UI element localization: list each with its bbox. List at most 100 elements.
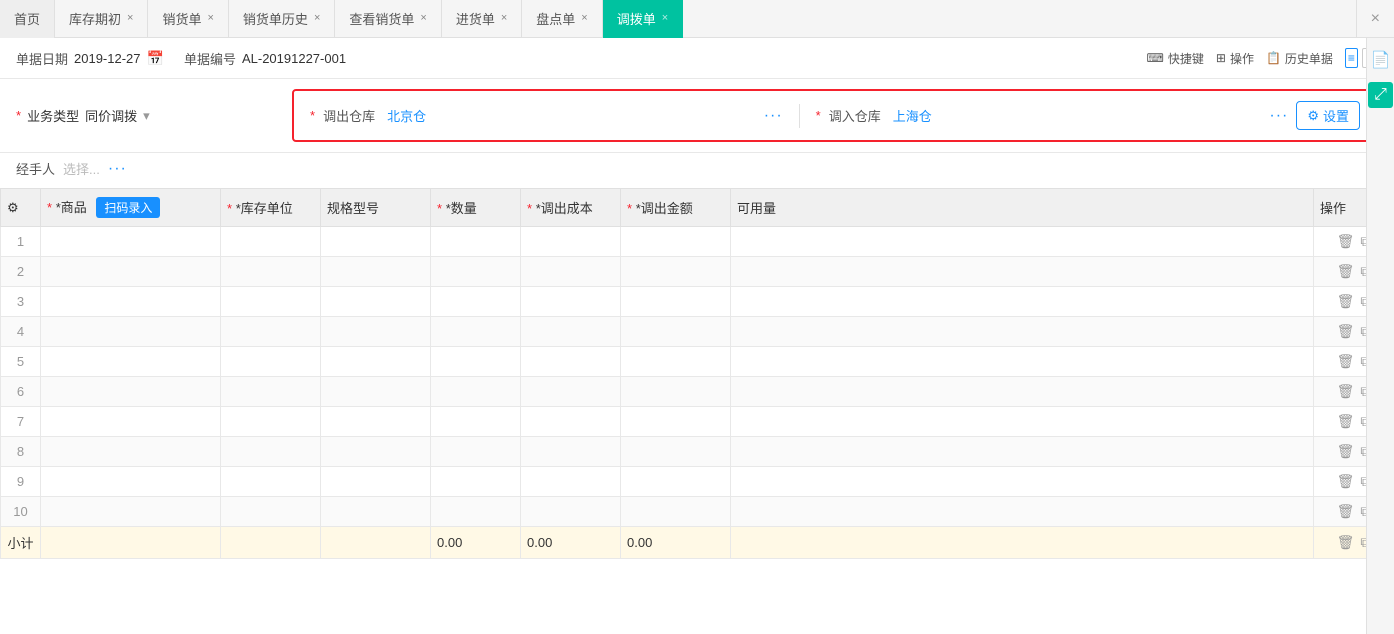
row-amount bbox=[621, 497, 731, 527]
row-qty bbox=[431, 317, 521, 347]
delete-row-icon[interactable]: 🗑 bbox=[1337, 383, 1355, 400]
row-cost bbox=[521, 407, 621, 437]
transfer-out-more-icon[interactable]: ··· bbox=[764, 107, 783, 125]
transfer-in-value: 上海仓 bbox=[893, 106, 932, 125]
layout-list-icon[interactable]: ≡ bbox=[1345, 48, 1358, 68]
settings-label: 设置 bbox=[1323, 106, 1349, 125]
col-avail-header: 可用量 bbox=[731, 189, 1314, 227]
col-unit-label: *库存单位 bbox=[236, 201, 293, 216]
row-number: 10 bbox=[1, 497, 41, 527]
delete-row-icon[interactable]: 🗑 bbox=[1337, 473, 1355, 490]
row-spec bbox=[321, 527, 431, 559]
delete-row-icon[interactable]: 🗑 bbox=[1337, 503, 1355, 520]
row-qty bbox=[431, 467, 521, 497]
agent-more-icon[interactable]: ··· bbox=[108, 160, 127, 178]
row-product[interactable] bbox=[41, 527, 221, 559]
tab-view-sales-close[interactable]: × bbox=[420, 13, 426, 24]
tab-sales-order[interactable]: 销货单 × bbox=[148, 0, 228, 38]
data-table: ⚙ * *商品 扫码录入 * *库存单位 规格型号 * bbox=[0, 188, 1394, 559]
row-product[interactable] bbox=[41, 317, 221, 347]
delete-row-icon[interactable]: 🗑 bbox=[1337, 323, 1355, 340]
tab-stocktake-close[interactable]: × bbox=[581, 13, 587, 24]
row-product[interactable] bbox=[41, 467, 221, 497]
row-unit bbox=[221, 467, 321, 497]
settings-button[interactable]: ⚙ 设置 bbox=[1296, 101, 1360, 130]
tab-sales-history[interactable]: 销货单历史 × bbox=[229, 0, 335, 38]
row-amount bbox=[621, 347, 731, 377]
row-product[interactable] bbox=[41, 497, 221, 527]
row-unit bbox=[221, 287, 321, 317]
right-sidebar: 📄 ⤢ bbox=[1366, 38, 1394, 634]
row-unit bbox=[221, 317, 321, 347]
tab-inventory-init-close[interactable]: × bbox=[127, 13, 133, 24]
row-product[interactable] bbox=[41, 377, 221, 407]
warehouse-box: * 调出仓库 北京仓 ··· * 调入仓库 上海仓 ··· ⚙ 设置 bbox=[292, 89, 1378, 142]
sidebar-expand-icon[interactable]: ⤢ bbox=[1368, 82, 1393, 108]
tab-purchase-order[interactable]: 进货单 × bbox=[442, 0, 522, 38]
business-type-value: 同价调拨 bbox=[85, 106, 137, 125]
row-qty bbox=[431, 347, 521, 377]
delete-row-icon[interactable]: 🗑 bbox=[1337, 293, 1355, 310]
row-qty bbox=[431, 497, 521, 527]
row-unit bbox=[221, 347, 321, 377]
tab-stocktake[interactable]: 盘点单 × bbox=[522, 0, 602, 38]
tab-sales-history-close[interactable]: × bbox=[314, 13, 320, 24]
row-unit bbox=[221, 227, 321, 257]
agent-row: 经手人 选择... ··· bbox=[0, 153, 1394, 188]
agent-input[interactable]: 选择... bbox=[63, 159, 100, 178]
table-row: 4🗑⧉ bbox=[1, 317, 1394, 347]
row-unit bbox=[221, 407, 321, 437]
business-type-dropdown-icon[interactable]: ▾ bbox=[143, 108, 150, 124]
operations-button[interactable]: ⊞ 操作 bbox=[1216, 50, 1254, 67]
tab-transfer-close[interactable]: × bbox=[662, 13, 668, 24]
col-cost-label: *调出成本 bbox=[536, 201, 593, 216]
row-product[interactable] bbox=[41, 257, 221, 287]
agent-label: 经手人 bbox=[16, 159, 55, 178]
row-cost bbox=[521, 287, 621, 317]
tab-purchase-order-close[interactable]: × bbox=[501, 13, 507, 24]
row-product[interactable] bbox=[41, 347, 221, 377]
delete-row-icon[interactable]: 🗑 bbox=[1337, 534, 1355, 551]
delete-row-icon[interactable]: 🗑 bbox=[1337, 263, 1355, 280]
row-product[interactable] bbox=[41, 227, 221, 257]
header-actions: ⌨ 快捷键 ⊞ 操作 📋 历史单据 ≡ ⊞ bbox=[1147, 48, 1378, 68]
window-close-button[interactable]: × bbox=[1356, 0, 1394, 38]
scan-entry-button[interactable]: 扫码录入 bbox=[96, 197, 160, 218]
row-amount bbox=[621, 467, 731, 497]
tab-home-label: 首页 bbox=[14, 9, 40, 28]
col-settings-gear[interactable]: ⚙ bbox=[1, 189, 41, 227]
row-amount bbox=[621, 407, 731, 437]
delete-row-icon[interactable]: 🗑 bbox=[1337, 413, 1355, 430]
delete-row-icon[interactable]: 🗑 bbox=[1337, 353, 1355, 370]
transfer-in-more-icon[interactable]: ··· bbox=[1269, 107, 1288, 125]
tab-view-sales[interactable]: 查看销货单 × bbox=[335, 0, 441, 38]
shortcut-button[interactable]: ⌨ 快捷键 bbox=[1147, 50, 1204, 67]
row-number: 9 bbox=[1, 467, 41, 497]
tab-sales-order-close[interactable]: × bbox=[207, 13, 213, 24]
header-form: 单据日期 2019-12-27 📅 单据编号 AL-20191227-001 ⌨… bbox=[0, 38, 1394, 79]
row-spec bbox=[321, 467, 431, 497]
row-product[interactable] bbox=[41, 287, 221, 317]
delete-row-icon[interactable]: 🗑 bbox=[1337, 233, 1355, 250]
tab-inventory-init[interactable]: 库存期初 × bbox=[55, 0, 148, 38]
transfer-out-label: 调出仓库 bbox=[323, 106, 375, 125]
sidebar-doc-icon[interactable]: 📄 bbox=[1367, 46, 1394, 74]
row-number: 2 bbox=[1, 257, 41, 287]
col-spec-header: 规格型号 bbox=[321, 189, 431, 227]
row-cost bbox=[521, 347, 621, 377]
table-row: 3🗑⧉ bbox=[1, 287, 1394, 317]
calendar-icon[interactable]: 📅 bbox=[147, 50, 164, 67]
tab-transfer[interactable]: 调拨单 × bbox=[603, 0, 683, 38]
row-qty bbox=[431, 287, 521, 317]
row-qty bbox=[431, 377, 521, 407]
shortcut-label: 快捷键 bbox=[1168, 50, 1204, 67]
col-spec-label: 规格型号 bbox=[327, 201, 379, 216]
history-button[interactable]: 📋 历史单据 bbox=[1266, 50, 1333, 67]
row-spec bbox=[321, 347, 431, 377]
col-qty-label: *数量 bbox=[446, 201, 477, 216]
row-avail bbox=[731, 317, 1314, 347]
tab-home[interactable]: 首页 bbox=[0, 0, 55, 38]
row-product[interactable] bbox=[41, 437, 221, 467]
row-product[interactable] bbox=[41, 407, 221, 437]
delete-row-icon[interactable]: 🗑 bbox=[1337, 443, 1355, 460]
